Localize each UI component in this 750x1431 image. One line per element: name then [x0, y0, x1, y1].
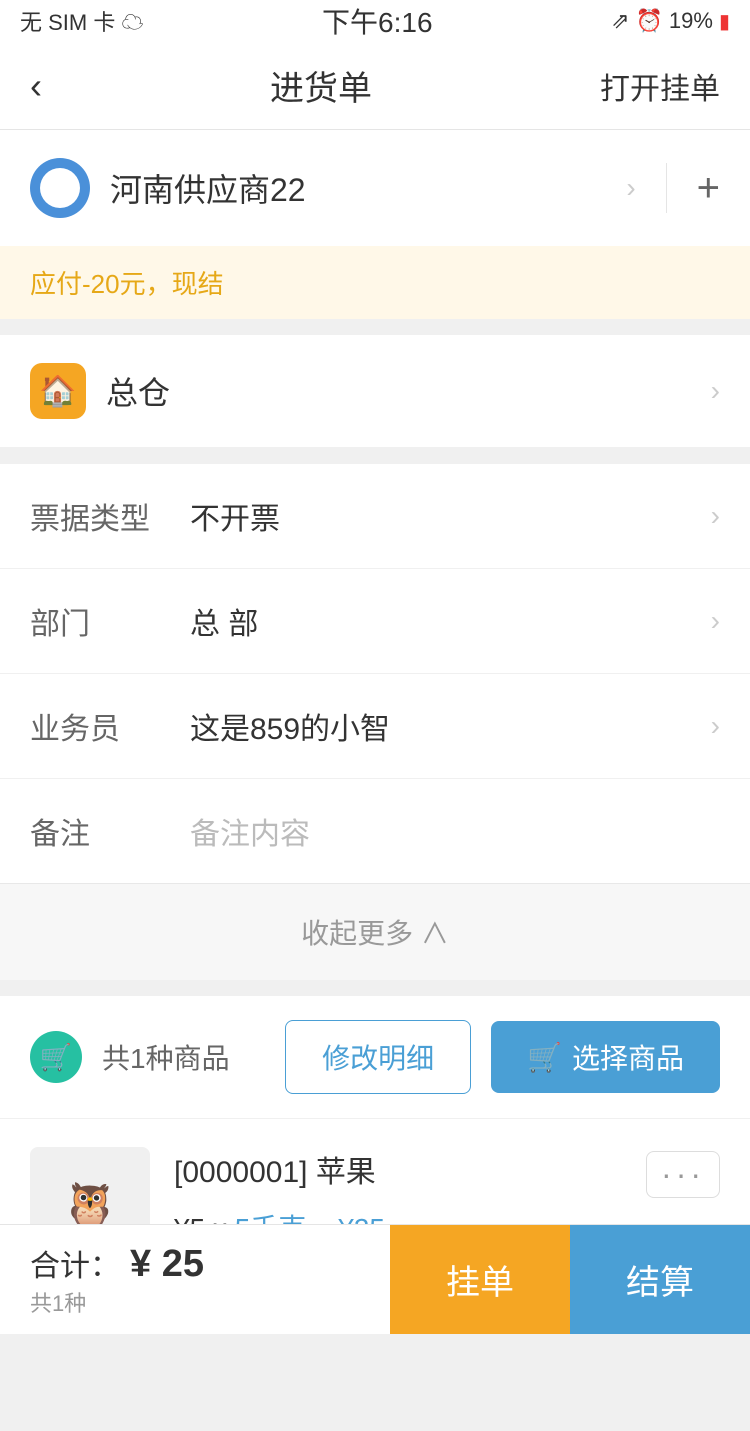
- total-sub: 共1种: [30, 1286, 360, 1318]
- more-options-button[interactable]: ···: [646, 1151, 720, 1198]
- ticket-type-row[interactable]: 票据类型 不开票 ›: [0, 463, 750, 568]
- chevron-right-icon: ›: [711, 500, 720, 532]
- status-time: 下午6:16: [322, 1, 433, 41]
- department-value: 总 部: [190, 599, 711, 643]
- department-row[interactable]: 部门 总 部 ›: [0, 568, 750, 673]
- product-name: [0000001] 苹果: [174, 1147, 622, 1191]
- page-title: 进货单: [270, 61, 372, 110]
- battery-percent: 19%: [669, 8, 713, 34]
- hang-order-button[interactable]: 挂单: [390, 1225, 570, 1334]
- select-product-button[interactable]: 🛒 选择商品: [491, 1021, 720, 1093]
- total-label: 合计：: [30, 1241, 120, 1285]
- product-title: 苹果: [316, 1156, 376, 1189]
- supplier-right: › +: [626, 163, 720, 213]
- total-amount: ¥ 25: [130, 1243, 204, 1286]
- chevron-right-icon: ›: [711, 710, 720, 742]
- collapse-button[interactable]: 收起更多 ∧: [0, 883, 750, 980]
- department-label: 部门: [30, 599, 190, 643]
- product-header: 🛒 共1种商品 修改明细 🛒 选择商品: [0, 996, 750, 1118]
- product-code: [0000001]: [174, 1156, 307, 1189]
- battery-icon: ⇗: [611, 8, 629, 34]
- status-bar: 无 SIM 卡 ☁ 下午6:16 ⇗ ⏰ 19% ▮: [0, 0, 750, 42]
- bottom-bar: 合计： ¥ 25 共1种 挂单 结算: [0, 1224, 750, 1334]
- alarm-icon: ⏰: [636, 8, 663, 34]
- nav-bar: ‹ 进货单 打开挂单: [0, 42, 750, 130]
- ticket-type-label: 票据类型: [30, 494, 190, 538]
- sim-label: 无 SIM 卡 ☁: [20, 5, 143, 37]
- warehouse-icon: 🏠: [30, 363, 86, 419]
- warehouse-card[interactable]: 🏠 总仓 ›: [0, 335, 750, 447]
- chevron-right-icon: ›: [711, 605, 720, 637]
- supplier-avatar: [30, 158, 90, 218]
- select-product-label: 选择商品: [572, 1037, 684, 1077]
- total-section: 合计： ¥ 25 共1种: [0, 1225, 390, 1334]
- ticket-type-value: 不开票: [190, 494, 711, 538]
- warning-banner: 应付-20元，现结: [0, 246, 750, 319]
- salesman-row[interactable]: 业务员 这是859的小智 ›: [0, 673, 750, 778]
- supplier-name: 河南供应商22: [110, 165, 626, 211]
- warehouse-row[interactable]: 🏠 总仓 ›: [0, 335, 750, 447]
- status-left: 无 SIM 卡 ☁: [20, 5, 143, 37]
- chevron-right-icon: ›: [626, 172, 635, 204]
- salesman-label: 业务员: [30, 704, 190, 748]
- supplier-card: 河南供应商22 › + 应付-20元，现结: [0, 130, 750, 319]
- status-right: ⇗ ⏰ 19% ▮: [611, 8, 730, 34]
- remark-placeholder: 备注内容: [190, 809, 720, 853]
- remark-row[interactable]: 备注 备注内容: [0, 778, 750, 883]
- warehouse-name: 总仓: [106, 368, 711, 414]
- open-hang-button[interactable]: 打开挂单: [600, 64, 720, 108]
- vertical-divider: [666, 163, 667, 213]
- form-card: 票据类型 不开票 › 部门 总 部 › 业务员 这是859的小智 › 备注 备注…: [0, 463, 750, 980]
- product-count: 共1种商品: [102, 1037, 265, 1077]
- salesman-value: 这是859的小智: [190, 704, 711, 748]
- chevron-right-icon: ›: [711, 375, 720, 407]
- settle-button[interactable]: 结算: [570, 1225, 750, 1334]
- remark-label: 备注: [30, 809, 190, 853]
- back-button[interactable]: ‹: [30, 65, 42, 107]
- edit-detail-button[interactable]: 修改明细: [285, 1020, 471, 1094]
- product-section-icon: 🛒: [30, 1031, 82, 1083]
- battery-indicator: ▮: [719, 9, 730, 34]
- cart-icon: 🛒: [527, 1041, 562, 1074]
- avatar-inner: [40, 168, 80, 208]
- supplier-row[interactable]: 河南供应商22 › +: [0, 130, 750, 246]
- add-button[interactable]: +: [697, 166, 720, 211]
